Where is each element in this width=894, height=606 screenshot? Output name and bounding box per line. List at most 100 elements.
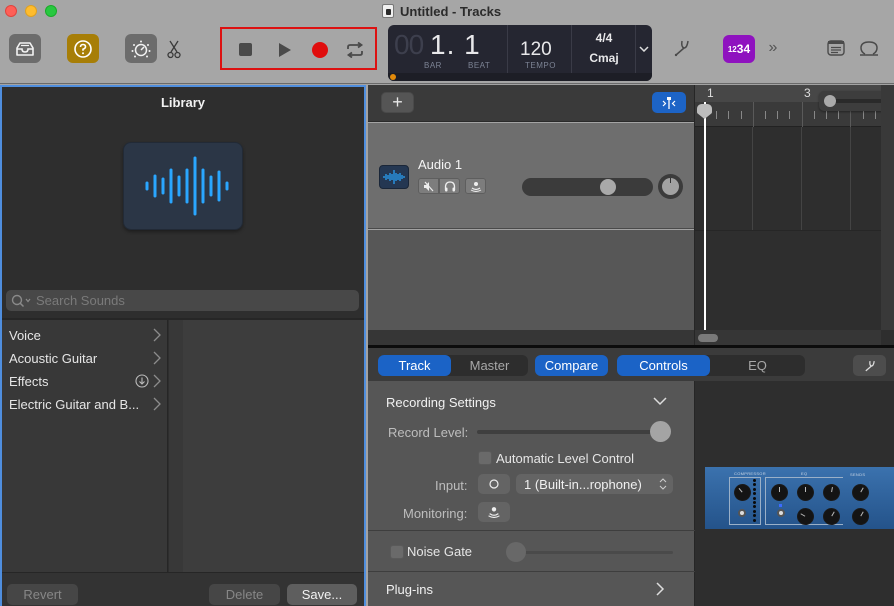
lcd-menu-button[interactable] [636,25,652,73]
ruler-bar-line [801,102,803,127]
grid-line [801,127,802,230]
track-header-audio-1[interactable]: Audio 1 [368,123,694,229]
track-name[interactable]: Audio 1 [418,157,462,172]
library-category-voice[interactable]: Voice [2,324,168,346]
lcd-position[interactable]: 00 1. 1 BAR BEAT [388,25,508,73]
lcd-tempo-value: 120 [520,39,552,60]
chevron-down-icon[interactable] [653,395,667,407]
smart-controls-button[interactable] [125,34,157,63]
library-search-field[interactable] [6,290,359,311]
noise-gate-slider[interactable] [510,551,673,554]
lcd-signature-key[interactable]: 4/4 Cmaj [572,25,636,73]
noise-gate-label[interactable]: Noise Gate [407,544,472,559]
tab-eq[interactable]: EQ [710,355,805,376]
timeline-horizontal-scrollbar[interactable] [695,330,881,345]
solo-button[interactable] [439,178,460,194]
smart-controls-panel: Track Master Compare Controls EQ Recordi… [368,348,894,606]
monitoring-button[interactable] [478,502,510,522]
track-waveform-icon [379,165,409,189]
tab-master[interactable]: Master [451,355,528,376]
lcd-display[interactable]: 00 1. 1 BAR BEAT 120 TEMPO 4/4 Cmaj [388,25,652,81]
track-volume-slider[interactable] [522,178,653,196]
tuning-fork-icon [864,360,875,371]
plug-ins-label[interactable]: Plug-ins [386,582,433,597]
library-button[interactable] [9,34,41,63]
compare-button[interactable]: Compare [535,355,608,376]
lcd-position-leading-zeros: 00 [394,29,424,60]
mute-button[interactable] [418,178,439,194]
add-track-button[interactable]: + [381,92,414,113]
smart-controls-header: Track Master Compare Controls EQ [368,348,894,381]
horizontal-scroll-thumb[interactable] [698,334,718,342]
tab-track[interactable]: Track [378,355,451,376]
zoom-window-button[interactable] [45,5,57,17]
pan-knob-cap [662,178,679,195]
empty-track-area[interactable] [368,230,694,330]
eq-switch[interactable] [777,509,785,517]
notepad-button[interactable] [825,37,847,59]
record-button[interactable] [310,40,330,60]
download-icon[interactable] [135,374,149,388]
timeline-area[interactable]: 1 3 [694,85,894,345]
automatic-level-control-checkbox[interactable] [478,451,492,465]
loop-browser-button[interactable] [857,37,881,61]
meter-segment [753,514,756,518]
track-volume-thumb[interactable] [599,179,616,195]
chevron-right-icon[interactable] [655,582,665,596]
list-gutter [169,320,183,572]
play-button[interactable] [275,40,295,60]
count-in-button[interactable]: 12 34 [723,35,755,63]
send-reverb-knob[interactable] [850,482,871,503]
quick-help-button[interactable] [67,34,99,63]
record-level-slider[interactable] [477,430,667,434]
automatic-level-control-label[interactable]: Automatic Level Control [496,451,634,466]
plugin-section-label: COMPRESSOR [734,471,766,476]
timeline-vertical-scrollbar[interactable] [881,85,894,330]
smart-controls-tuner-button[interactable] [853,355,886,376]
chevron-right-icon [153,351,161,365]
record-icon [312,42,328,58]
headphones-icon [444,180,455,191]
input-format-button[interactable] [478,474,510,494]
close-window-button[interactable] [5,5,17,17]
toolbar-overflow-button[interactable]: » [764,36,782,60]
divider [368,571,695,572]
zoom-slider-thumb[interactable] [824,95,836,107]
chevron-up-down-icon [659,478,667,490]
record-level-thumb[interactable] [650,421,671,442]
tab-controls[interactable]: Controls [617,355,710,376]
save-button[interactable]: Save... [287,584,357,605]
cycle-button[interactable] [345,40,365,60]
input-monitoring-button[interactable] [465,178,486,194]
minimize-window-button[interactable] [25,5,37,17]
eq-low-knob[interactable] [772,485,787,500]
library-category-electric-guitar-and-bass[interactable]: Electric Guitar and B... [2,393,168,415]
track-pan-knob[interactable] [658,174,683,199]
catch-playhead-button[interactable] [652,92,686,113]
tuner-button[interactable] [668,34,696,62]
stop-button[interactable] [236,40,256,60]
smart-controls-inspector: Recording Settings Record Level: Automat… [368,381,695,606]
editors-button[interactable] [160,34,188,63]
plugin-section-label: SENDS [850,472,866,477]
send-echo-knob[interactable] [850,506,871,527]
recording-settings-title[interactable]: Recording Settings [386,395,496,410]
noise-gate-checkbox[interactable] [390,545,404,559]
library-category-acoustic-guitar[interactable]: Acoustic Guitar [2,347,168,369]
library-category-effects[interactable]: Effects [2,370,168,392]
stop-icon [239,43,252,56]
document-icon [382,4,394,18]
noise-gate-thumb[interactable] [506,542,526,562]
ruler-beat-tick [813,111,815,119]
lcd-tempo[interactable]: 120 TEMPO [508,25,572,73]
input-source-select[interactable]: 1 (Built-in...rophone) [516,474,673,494]
revert-button[interactable]: Revert [7,584,78,605]
compressor-switch[interactable] [738,509,746,517]
timeline-zoom-slider[interactable] [819,91,889,111]
search-input[interactable] [36,293,336,308]
delete-button[interactable]: Delete [209,584,280,605]
loop-icon [860,41,878,56]
eq-mid-knob[interactable] [798,485,813,500]
playhead-line[interactable] [704,102,706,330]
ruler-bar-line [752,102,754,127]
